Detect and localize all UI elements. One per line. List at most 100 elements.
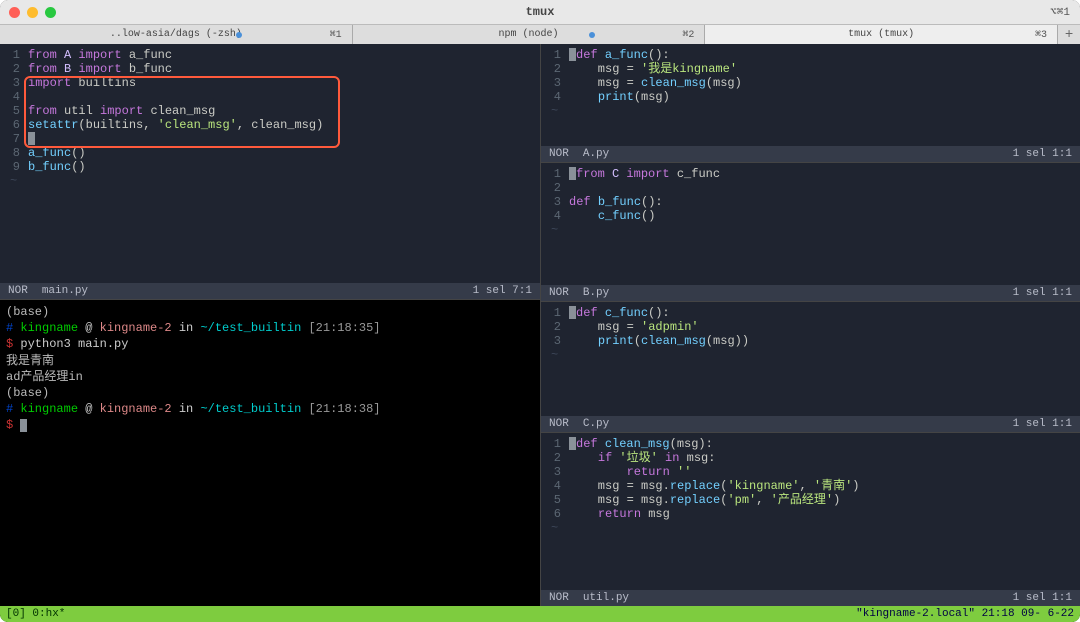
code-line[interactable]: 3import builtins: [0, 76, 540, 90]
code-b[interactable]: 1from C import c_func2 3def b_func():4 c…: [541, 163, 1080, 285]
code-content: from B import b_func: [28, 62, 540, 76]
line-number: 2: [541, 451, 569, 465]
line-number: 6: [541, 507, 569, 521]
line-number: 4: [541, 90, 569, 104]
code-line[interactable]: 2 msg = '我是kingname': [541, 62, 1080, 76]
maximize-icon[interactable]: [45, 7, 56, 18]
terminal-output: 我是青南: [6, 353, 534, 369]
cursor-icon: [20, 419, 27, 432]
editor-a[interactable]: 1def a_func():2 msg = '我是kingname'3 msg …: [541, 44, 1080, 162]
code-line[interactable]: 5 msg = msg.replace('pm', '产品经理'): [541, 493, 1080, 507]
code-content: def a_func():: [569, 48, 1080, 62]
code-line[interactable]: 6 return msg: [541, 507, 1080, 521]
add-tab-button[interactable]: +: [1058, 25, 1080, 44]
line-number: 2: [541, 62, 569, 76]
line-number: 5: [0, 104, 28, 118]
code-line[interactable]: 1from C import c_func: [541, 167, 1080, 181]
code-content: msg = 'adpmin': [569, 320, 1080, 334]
code-line[interactable]: 6setattr(builtins, 'clean_msg', clean_ms…: [0, 118, 540, 132]
editor-position: 1 sel 1:1: [1013, 418, 1072, 430]
tab-npm[interactable]: npm (node) ⌘2: [353, 25, 706, 44]
window-titlebar: tmux ⌥⌘1: [0, 0, 1080, 24]
code-line[interactable]: 3 print(clean_msg(msg)): [541, 334, 1080, 348]
terminal-line: $ python3 main.py: [6, 336, 534, 352]
editor-filename: A.py: [583, 148, 609, 160]
code-line[interactable]: 2from B import b_func: [0, 62, 540, 76]
code-c[interactable]: 1def c_func():2 msg = 'adpmin'3 print(cl…: [541, 302, 1080, 416]
code-content: c_func(): [569, 209, 1080, 223]
activity-dot-icon: [589, 32, 595, 38]
code-content: msg = msg.replace('pm', '产品经理'): [569, 493, 1080, 507]
code-line[interactable]: 1def a_func():: [541, 48, 1080, 62]
tilde-empty-line: ~: [541, 223, 1080, 237]
editor-filename: util.py: [583, 592, 629, 604]
code-line[interactable]: 1def c_func():: [541, 306, 1080, 320]
code-content: return '': [569, 465, 1080, 479]
code-line[interactable]: 3 msg = clean_msg(msg): [541, 76, 1080, 90]
code-main[interactable]: 1from A import a_func2from B import b_fu…: [0, 44, 540, 283]
code-line[interactable]: 3 return '': [541, 465, 1080, 479]
code-line[interactable]: 4 c_func(): [541, 209, 1080, 223]
terminal-line: # kingname @ kingname-2 in ~/test_builti…: [6, 401, 534, 417]
code-line[interactable]: 3def b_func():: [541, 195, 1080, 209]
right-column: 1def a_func():2 msg = '我是kingname'3 msg …: [541, 44, 1080, 606]
close-icon[interactable]: [9, 7, 20, 18]
tab-tmux[interactable]: tmux (tmux) ⌘3: [705, 25, 1058, 44]
code-line[interactable]: 4 msg = msg.replace('kingname', '青南'): [541, 479, 1080, 493]
line-number: 3: [541, 76, 569, 90]
tilde-empty-line: ~: [541, 348, 1080, 362]
line-number: 3: [541, 465, 569, 479]
code-content: from C import c_func: [569, 167, 1080, 181]
editor-mode: NOR: [549, 592, 569, 604]
code-line[interactable]: 7: [0, 132, 540, 146]
minimize-icon[interactable]: [27, 7, 38, 18]
code-content: [28, 132, 540, 146]
code-line[interactable]: 4: [0, 90, 540, 104]
editor-position: 1 sel 7:1: [473, 285, 532, 297]
code-line[interactable]: 9b_func(): [0, 160, 540, 174]
editor-mode: NOR: [549, 148, 569, 160]
code-line[interactable]: 5from util import clean_msg: [0, 104, 540, 118]
terminal-line: (base): [6, 304, 534, 320]
editor-filename: B.py: [583, 287, 609, 299]
tilde-empty-line: ~: [541, 104, 1080, 118]
shell-pane[interactable]: (base) # kingname @ kingname-2 in ~/test…: [0, 300, 540, 606]
editor-position: 1 sel 1:1: [1013, 592, 1072, 604]
code-line[interactable]: 2 msg = 'adpmin': [541, 320, 1080, 334]
line-number: 1: [541, 437, 569, 451]
code-line[interactable]: 1from A import a_func: [0, 48, 540, 62]
tmux-host-clock: "kingname-2.local" 21:18 09- 6-22: [856, 608, 1074, 620]
code-line[interactable]: 2: [541, 181, 1080, 195]
code-line[interactable]: 4 print(msg): [541, 90, 1080, 104]
editor-position: 1 sel 1:1: [1013, 287, 1072, 299]
line-number: 4: [0, 90, 28, 104]
code-line[interactable]: 1def clean_msg(msg):: [541, 437, 1080, 451]
editor-util[interactable]: 1def clean_msg(msg):2 if '垃圾' in msg:3 r…: [541, 433, 1080, 606]
terminal-line: $: [6, 417, 534, 433]
line-number: 3: [541, 334, 569, 348]
code-line[interactable]: 2 if '垃圾' in msg:: [541, 451, 1080, 465]
line-number: 5: [541, 493, 569, 507]
line-number: 9: [0, 160, 28, 174]
editor-main[interactable]: 1from A import a_func2from B import b_fu…: [0, 44, 540, 299]
code-content: def clean_msg(msg):: [569, 437, 1080, 451]
code-content: from A import a_func: [28, 48, 540, 62]
code-content: [569, 181, 1080, 195]
editor-mode: NOR: [8, 285, 28, 297]
code-a[interactable]: 1def a_func():2 msg = '我是kingname'3 msg …: [541, 44, 1080, 146]
activity-dot-icon: [236, 32, 242, 38]
tab-zsh[interactable]: ..low-asia/dags (-zsh) ⌘1: [0, 25, 353, 44]
line-number: 1: [541, 306, 569, 320]
line-number: 1: [541, 48, 569, 62]
tab-shortcut: ⌘2: [682, 29, 694, 41]
tab-shortcut: ⌘3: [1035, 29, 1047, 41]
code-util[interactable]: 1def clean_msg(msg):2 if '垃圾' in msg:3 r…: [541, 433, 1080, 590]
editor-c[interactable]: 1def c_func():2 msg = 'adpmin'3 print(cl…: [541, 302, 1080, 432]
tab-shortcut: ⌘1: [330, 29, 342, 41]
code-content: msg = msg.replace('kingname', '青南'): [569, 479, 1080, 493]
editor-b[interactable]: 1from C import c_func2 3def b_func():4 c…: [541, 163, 1080, 301]
editor-mode: NOR: [549, 287, 569, 299]
tab-label: npm (node): [499, 29, 559, 40]
code-line[interactable]: 8a_func(): [0, 146, 540, 160]
line-number: 1: [0, 48, 28, 62]
